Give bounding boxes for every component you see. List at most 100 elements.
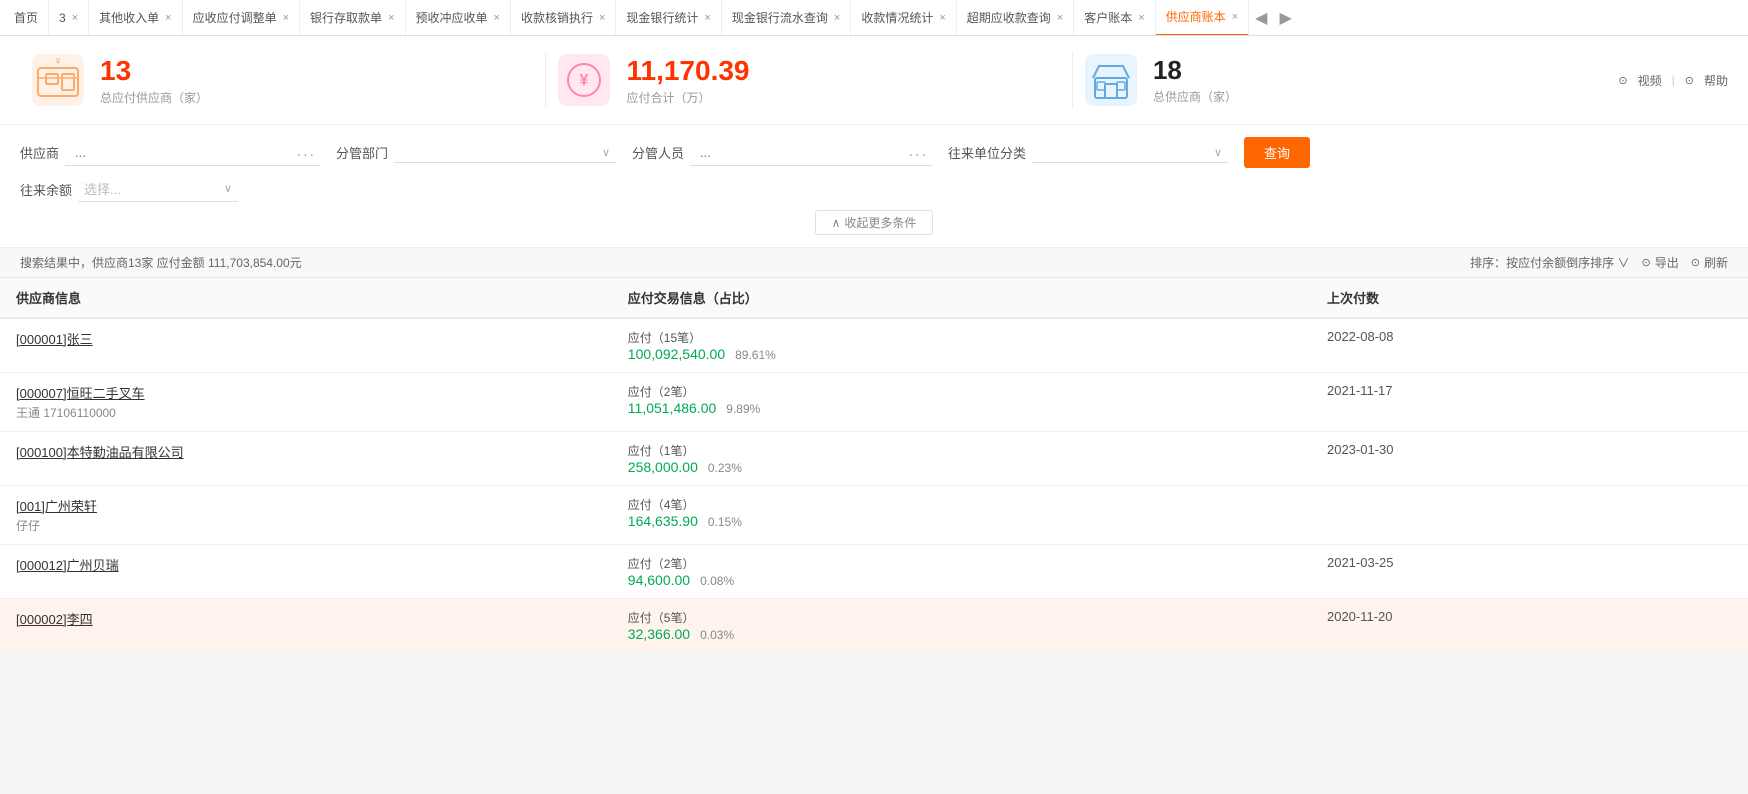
tx-label: 应付（2笔） — [628, 383, 1295, 400]
tx-amount-link[interactable]: 258,000.00 — [628, 459, 698, 475]
close-icon[interactable]: × — [834, 12, 840, 24]
supplier-link[interactable]: [000012]广州贝瑞 — [16, 558, 119, 573]
refresh-label: 刷新 — [1704, 254, 1728, 271]
nav-tab-income-label: 其他收入单 — [99, 9, 159, 26]
last-date: 2020-11-20 — [1327, 609, 1393, 624]
tx-amount-link[interactable]: 164,635.90 — [628, 513, 698, 529]
card2-value: 11,170.39 — [626, 54, 749, 88]
card3-value: 18 — [1153, 55, 1237, 86]
nav-tab-receiptstat-label: 收款情况统计 — [861, 9, 933, 26]
supplier-filter-label: 供应商 — [20, 143, 59, 162]
close-icon[interactable]: × — [165, 12, 171, 24]
nav-tab-verify-label: 收款核销执行 — [521, 9, 593, 26]
supplier-dots-icon[interactable]: ... — [297, 143, 316, 161]
person-input[interactable] — [694, 142, 909, 163]
data-table: 供应商信息 应付交易信息（占比） 上次付数 [000001]张三应付（15笔）1… — [0, 278, 1748, 653]
close-icon[interactable]: × — [494, 12, 500, 24]
supplier-link[interactable]: [001]广州荣轩 — [16, 499, 97, 514]
summary-card-amount: ¥ 11,170.39 应付合计（万） — [546, 52, 1072, 108]
nav-tab-3[interactable]: 3 × — [49, 0, 89, 36]
th-last-label: 上次付数 — [1327, 291, 1379, 306]
tx-amount-link[interactable]: 32,366.00 — [628, 626, 690, 642]
nav-tab-3-label: 3 — [59, 11, 66, 25]
nav-left-arrow[interactable]: ◀ — [1249, 8, 1273, 28]
th-tx: 应付交易信息（占比） — [612, 278, 1311, 318]
sort-label: 排序：按应付余额倒序排序 ∨ — [1470, 254, 1629, 271]
close-icon[interactable]: × — [72, 12, 78, 24]
export-action[interactable]: ⊙ 导出 — [1642, 254, 1679, 271]
close-icon[interactable]: × — [388, 12, 394, 24]
refresh-icon: ⊙ — [1691, 256, 1700, 269]
filter-area: 供应商 ... 分管部门 ∨ 分管人员 ... 往来单位分类 — [0, 125, 1748, 248]
table-row: [000002]李四应付（5笔）32,366.000.03%2020-11-20 — [0, 599, 1748, 653]
dept-select[interactable]: ∨ — [394, 143, 616, 163]
tx-percent: 0.08% — [700, 574, 734, 588]
sort-text: 排序：按应付余额倒序排序 — [1470, 256, 1614, 270]
nav-tab-cashflow-label: 现金银行流水查询 — [732, 9, 828, 26]
filter-balance: 往来余额 选择... ∨ — [20, 176, 320, 202]
close-icon[interactable]: × — [1057, 12, 1063, 24]
nav-tab-supbook-label: 供应商账本 — [1166, 8, 1226, 25]
nav-tab-receiptstat[interactable]: 收款情况统计 × — [851, 0, 956, 36]
nav-tab-verify[interactable]: 收款核销执行 × — [511, 0, 616, 36]
nav-tab-bank[interactable]: 银行存取款单 × — [300, 0, 405, 36]
table-row: [000007]恒旺二手叉车王通 17106110000 应付（2笔）11,051… — [0, 373, 1748, 432]
summary-bar: ¥ 13 总应付供应商（家） ¥ 11,170.39 应付合计（万） — [0, 36, 1748, 125]
refresh-action[interactable]: ⊙ 刷新 — [1691, 254, 1728, 271]
filter-dept: 分管部门 ∨ — [336, 143, 616, 163]
nav-tab-home[interactable]: 首页 — [4, 0, 49, 36]
filter-row-1: 供应商 ... 分管部门 ∨ 分管人员 ... 往来单位分类 — [20, 137, 1728, 168]
collapse-button[interactable]: ∧ 收起更多条件 — [815, 210, 934, 235]
nav-tab-cashstat-label: 现金银行统计 — [626, 9, 698, 26]
nav-right-arrow[interactable]: ▶ — [1273, 8, 1297, 28]
nav-tab-adjust[interactable]: 应收应付调整单 × — [183, 0, 300, 36]
nav-tab-overdue[interactable]: 超期应收款查询 × — [957, 0, 1074, 36]
top-nav: 首页 3 × 其他收入单 × 应收应付调整单 × 银行存取款单 × 预收冲应收单… — [0, 0, 1748, 36]
close-icon[interactable]: × — [599, 12, 605, 24]
card1-value: 13 — [100, 54, 208, 88]
nav-tab-bank-label: 银行存取款单 — [310, 9, 382, 26]
filter-row-2: 往来余额 选择... ∨ — [20, 176, 1728, 202]
close-icon[interactable]: × — [939, 12, 945, 24]
nav-tab-cashstat[interactable]: 现金银行统计 × — [616, 0, 721, 36]
close-icon[interactable]: × — [1232, 11, 1238, 23]
close-icon[interactable]: × — [704, 12, 710, 24]
search-button[interactable]: 查询 — [1244, 137, 1310, 168]
last-date: 2021-11-17 — [1327, 383, 1393, 398]
tx-amount-link[interactable]: 100,092,540.00 — [628, 346, 725, 362]
tx-percent: 0.23% — [708, 461, 742, 475]
category-select[interactable]: ∨ — [1032, 143, 1228, 163]
card1-content: 13 总应付供应商（家） — [100, 54, 208, 107]
nav-tab-supbook[interactable]: 供应商账本 × — [1156, 0, 1249, 36]
video-link[interactable]: 视频 — [1638, 72, 1662, 89]
tx-amount-link[interactable]: 11,051,486.00 — [628, 400, 717, 416]
nav-tab-income[interactable]: 其他收入单 × — [89, 0, 182, 36]
supplier-sub: 王通 17106110000 — [16, 404, 596, 421]
nav-tab-custbook[interactable]: 客户账本 × — [1074, 0, 1155, 36]
supplier-link[interactable]: [000007]恒旺二手叉车 — [16, 386, 145, 401]
card2-content: 11,170.39 应付合计（万） — [626, 54, 749, 107]
close-icon[interactable]: × — [1138, 12, 1144, 24]
last-date: 2023-01-30 — [1327, 442, 1394, 457]
close-icon[interactable]: × — [283, 12, 289, 24]
nav-tab-cashflow[interactable]: 现金银行流水查询 × — [722, 0, 851, 36]
supplier-input[interactable] — [69, 142, 297, 163]
tx-percent: 0.15% — [708, 515, 742, 529]
filter-person: 分管人员 ... — [632, 140, 932, 166]
help-link[interactable]: 帮助 — [1704, 72, 1728, 89]
nav-tab-overdue-label: 超期应收款查询 — [967, 9, 1051, 26]
nav-tab-prepay[interactable]: 预收冲应收单 × — [406, 0, 511, 36]
supplier-link[interactable]: [000001]张三 — [16, 332, 93, 347]
th-supplier: 供应商信息 — [0, 278, 612, 318]
supplier-link[interactable]: [000100]本特勤油品有限公司 — [16, 445, 184, 460]
category-filter-label: 往来单位分类 — [948, 143, 1026, 162]
tx-label: 应付（15笔） — [628, 329, 1295, 346]
supplier-icon: ¥ — [30, 52, 86, 108]
tx-amount-link[interactable]: 94,600.00 — [628, 572, 690, 588]
person-dots-icon[interactable]: ... — [909, 143, 928, 161]
th-supplier-label: 供应商信息 — [16, 291, 81, 306]
supplier-link[interactable]: [000002]李四 — [16, 612, 93, 627]
svg-text:¥: ¥ — [55, 57, 61, 66]
balance-select[interactable]: 选择... ∨ — [78, 176, 238, 202]
card2-label: 应付合计（万） — [626, 89, 749, 106]
